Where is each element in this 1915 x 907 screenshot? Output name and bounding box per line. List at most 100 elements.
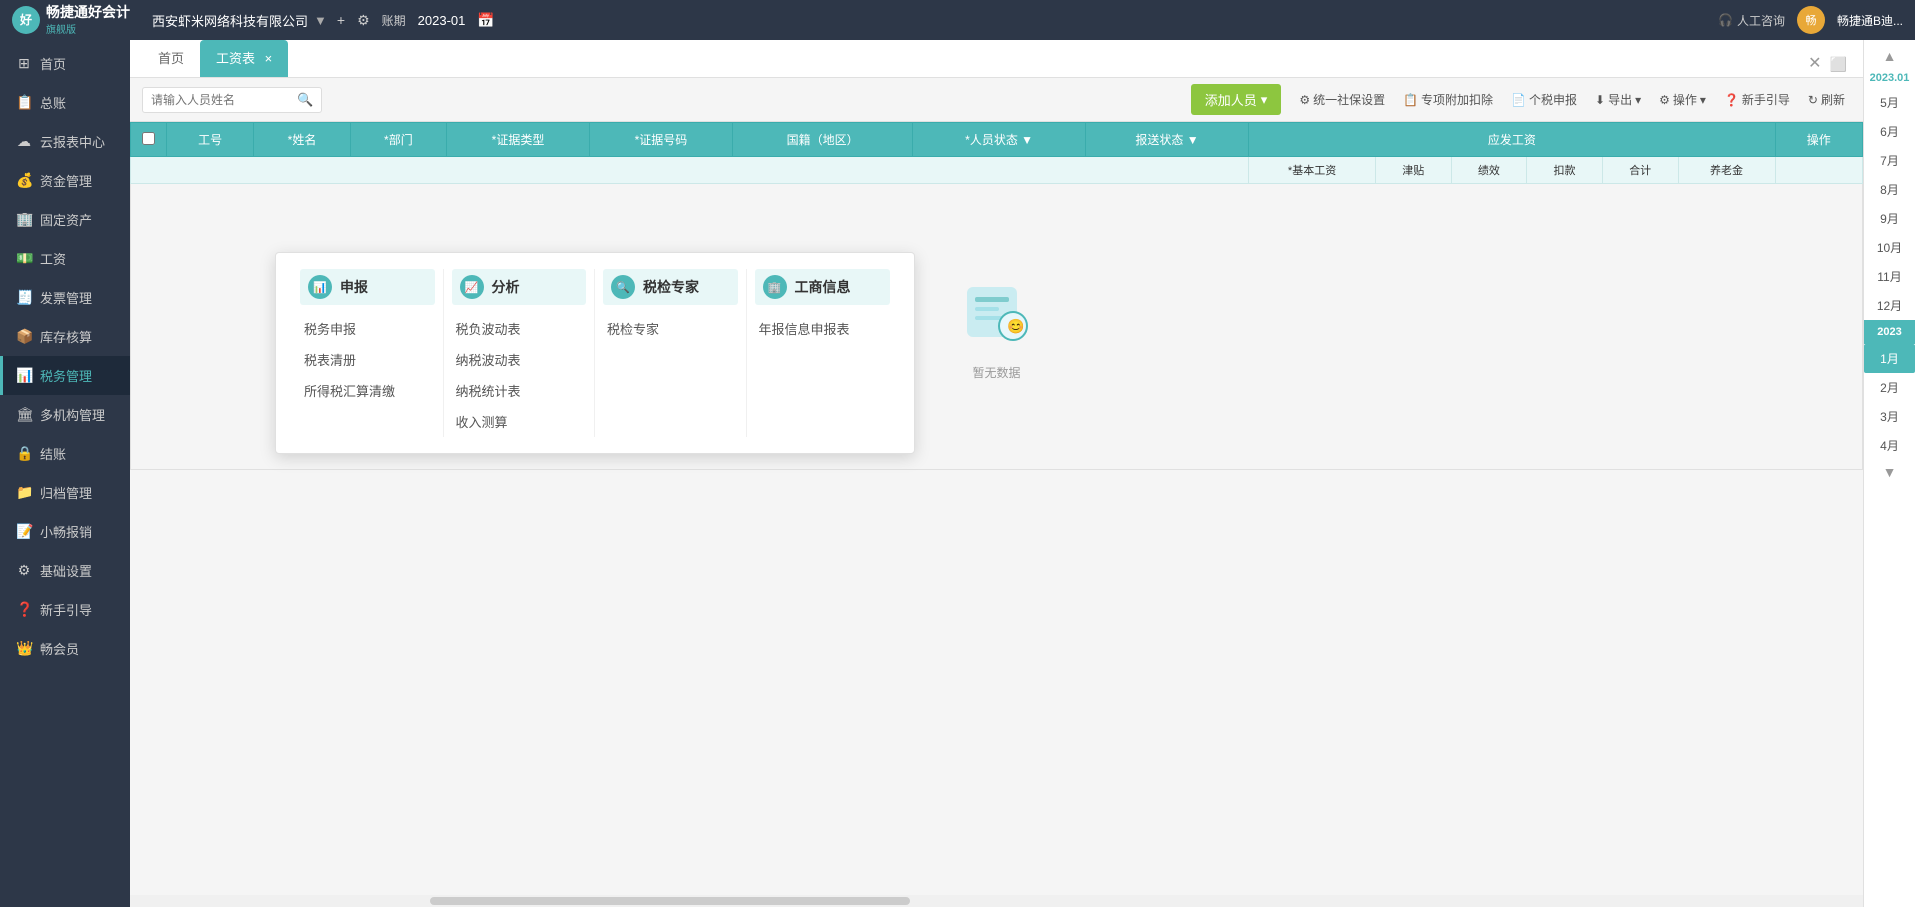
- section-header-declaration: 📊 申报: [300, 269, 435, 305]
- add-btn-label: 添加人员: [1205, 90, 1257, 109]
- sidebar-item-label: 云报表中心: [40, 132, 105, 151]
- app-logo-icon: 好: [12, 6, 40, 34]
- sidebar-item-label: 总账: [40, 93, 66, 112]
- menu-item-income-tax[interactable]: 所得税汇算清缴: [300, 375, 435, 406]
- date-month-10[interactable]: 10月: [1864, 233, 1915, 262]
- sidebar-item-label: 多机构管理: [40, 405, 105, 424]
- sidebar-item-label: 首页: [40, 54, 66, 73]
- search-icon[interactable]: 🔍: [297, 92, 313, 108]
- date-month-8[interactable]: 8月: [1864, 175, 1915, 204]
- tab-close-button[interactable]: ×: [265, 51, 273, 66]
- menu-item-tax-check[interactable]: 税检专家: [603, 313, 738, 344]
- date-month-5[interactable]: 5月: [1864, 88, 1915, 117]
- menu-item-tax-burden[interactable]: 税负波动表: [452, 313, 587, 344]
- company-selector[interactable]: 西安虾米网络科技有限公司 ▼: [152, 11, 327, 30]
- select-all-checkbox[interactable]: [142, 132, 155, 145]
- sidebar-item-home[interactable]: ⊞ 首页: [0, 44, 130, 83]
- add-person-button[interactable]: 添加人员 ▾: [1191, 84, 1282, 115]
- search-wrap: 🔍: [142, 87, 322, 113]
- sidebar-item-guide[interactable]: ❓ 新手引导: [0, 590, 130, 629]
- col-wage-group: 应发工资: [1249, 123, 1775, 157]
- sidebar-item-report[interactable]: 📝 小畅报销: [0, 512, 130, 551]
- report-icon: 📝: [16, 523, 32, 540]
- sidebar-item-label: 基础设置: [40, 561, 92, 580]
- date-month-1-current[interactable]: 1月: [1864, 344, 1915, 373]
- period-value[interactable]: 2023-01: [418, 13, 466, 28]
- sub-deduction: 扣款: [1527, 157, 1603, 184]
- sidebar-item-salary[interactable]: 💵 工资: [0, 239, 130, 278]
- sidebar-item-label: 资金管理: [40, 171, 92, 190]
- period-label: 账期: [382, 12, 406, 29]
- sidebar-item-funds[interactable]: 💰 资金管理: [0, 161, 130, 200]
- content-area: 首页 工资表 × ✕ ⬜ 🔍 添加人员 ▾ ⚙ 统一社保设置: [130, 40, 1863, 907]
- menu-item-annual-report[interactable]: 年报信息申报表: [755, 313, 891, 344]
- service-button[interactable]: 🎧 人工咨询: [1718, 12, 1785, 29]
- sidebar-item-tax[interactable]: 📊 税务管理: [0, 356, 130, 395]
- col-checkbox[interactable]: [131, 123, 167, 157]
- date-month-7[interactable]: 7月: [1864, 146, 1915, 175]
- company-name[interactable]: 西安虾米网络科技有限公司: [152, 11, 308, 30]
- export-dropdown-icon: ▾: [1635, 93, 1641, 107]
- table-wrap: 工号 *姓名 *部门 *证据类型 *证据号码 国籍（地区） *人员状态 ▼ 报送…: [130, 122, 1863, 895]
- sidebar-item-inventory[interactable]: 📦 库存核算: [0, 317, 130, 356]
- date-scroll-down[interactable]: ▼: [1864, 460, 1915, 484]
- refresh-button[interactable]: ↻ 刷新: [1802, 87, 1851, 112]
- menu-item-income-preview[interactable]: 收入测算: [452, 406, 587, 437]
- scroll-thumb[interactable]: [430, 897, 910, 905]
- date-month-6[interactable]: 6月: [1864, 117, 1915, 146]
- sidebar-item-label: 小畅报销: [40, 522, 92, 541]
- sidebar-item-assets[interactable]: 🏢 固定资产: [0, 200, 130, 239]
- sidebar-item-ledger[interactable]: 📋 总账: [0, 83, 130, 122]
- sidebar-item-multi[interactable]: 🏛 多机构管理: [0, 395, 130, 434]
- calendar-icon[interactable]: 📅: [477, 12, 494, 29]
- settings-icon[interactable]: ⚙: [357, 12, 370, 29]
- newguide-button[interactable]: ❓ 新手引导: [1718, 87, 1796, 112]
- social-insurance-button[interactable]: ⚙ 统一社保设置: [1293, 87, 1391, 112]
- date-month-4[interactable]: 4月: [1864, 431, 1915, 460]
- top-header: 好 畅捷通好会计 旗舰版 西安虾米网络科技有限公司 ▼ + ⚙ 账期 2023-…: [0, 0, 1915, 40]
- menu-item-tax-declaration[interactable]: 税务申报: [300, 313, 435, 344]
- sidebar-item-member[interactable]: 👑 畅会员: [0, 629, 130, 668]
- horizontal-scrollbar[interactable]: [130, 895, 1863, 907]
- tab-close-window[interactable]: ✕: [1804, 49, 1825, 77]
- special-deduct-button[interactable]: 📋 专项附加扣除: [1397, 87, 1499, 112]
- tab-restore-icon[interactable]: ⬜: [1826, 52, 1851, 77]
- sidebar-item-closing[interactable]: 🔒 结账: [0, 434, 130, 473]
- user-name[interactable]: 畅捷通B迪...: [1837, 12, 1903, 29]
- add-dropdown-arrow: ▾: [1261, 92, 1268, 108]
- menu-item-tax-statistics[interactable]: 纳税统计表: [452, 375, 587, 406]
- date-year-2023: 2023: [1864, 320, 1915, 344]
- operations-button[interactable]: ⚙ 操作 ▾: [1653, 87, 1712, 112]
- tab-salary-table[interactable]: 工资表 ×: [200, 40, 288, 77]
- tax-report-button[interactable]: 📄 个税申报: [1505, 87, 1583, 112]
- date-month-12[interactable]: 12月: [1864, 291, 1915, 320]
- date-month-11[interactable]: 11月: [1864, 262, 1915, 291]
- export-button[interactable]: ⬇ 导出 ▾: [1589, 87, 1647, 112]
- sidebar-item-invoice[interactable]: 🧾 发票管理: [0, 278, 130, 317]
- sidebar-item-label: 归档管理: [40, 483, 92, 502]
- sidebar-item-basic[interactable]: ⚙ 基础设置: [0, 551, 130, 590]
- add-icon[interactable]: +: [337, 12, 345, 28]
- ledger-icon: 📋: [16, 94, 32, 111]
- sub-total: 合计: [1602, 157, 1678, 184]
- date-month-3[interactable]: 3月: [1864, 402, 1915, 431]
- date-scroll-up[interactable]: ▲: [1864, 44, 1915, 68]
- tax-expert-icon: 🔍: [611, 275, 635, 299]
- date-month-9[interactable]: 9月: [1864, 204, 1915, 233]
- tab-home[interactable]: 首页: [142, 40, 200, 77]
- sidebar-item-archive[interactable]: 📁 归档管理: [0, 473, 130, 512]
- search-input[interactable]: [151, 93, 291, 107]
- sidebar-item-cloud[interactable]: ☁ 云报表中心: [0, 122, 130, 161]
- menu-item-tax-payment[interactable]: 纳税波动表: [452, 344, 587, 375]
- inventory-icon: 📦: [16, 328, 32, 345]
- company-dropdown-icon[interactable]: ▼: [314, 13, 327, 28]
- menu-item-tax-schedule[interactable]: 税表清册: [300, 344, 435, 375]
- ops-dropdown-icon: ▾: [1700, 93, 1706, 107]
- salary-icon: 💵: [16, 250, 32, 267]
- date-month-2[interactable]: 2月: [1864, 373, 1915, 402]
- col-dept: *部门: [350, 123, 446, 157]
- business-icon: 🏢: [763, 275, 787, 299]
- cloud-icon: ☁: [16, 133, 32, 150]
- main-layout: ⊞ 首页 📋 总账 ☁ 云报表中心 💰 资金管理 🏢 固定资产 💵 工资 🧾 发…: [0, 40, 1915, 907]
- col-id: 工号: [167, 123, 254, 157]
